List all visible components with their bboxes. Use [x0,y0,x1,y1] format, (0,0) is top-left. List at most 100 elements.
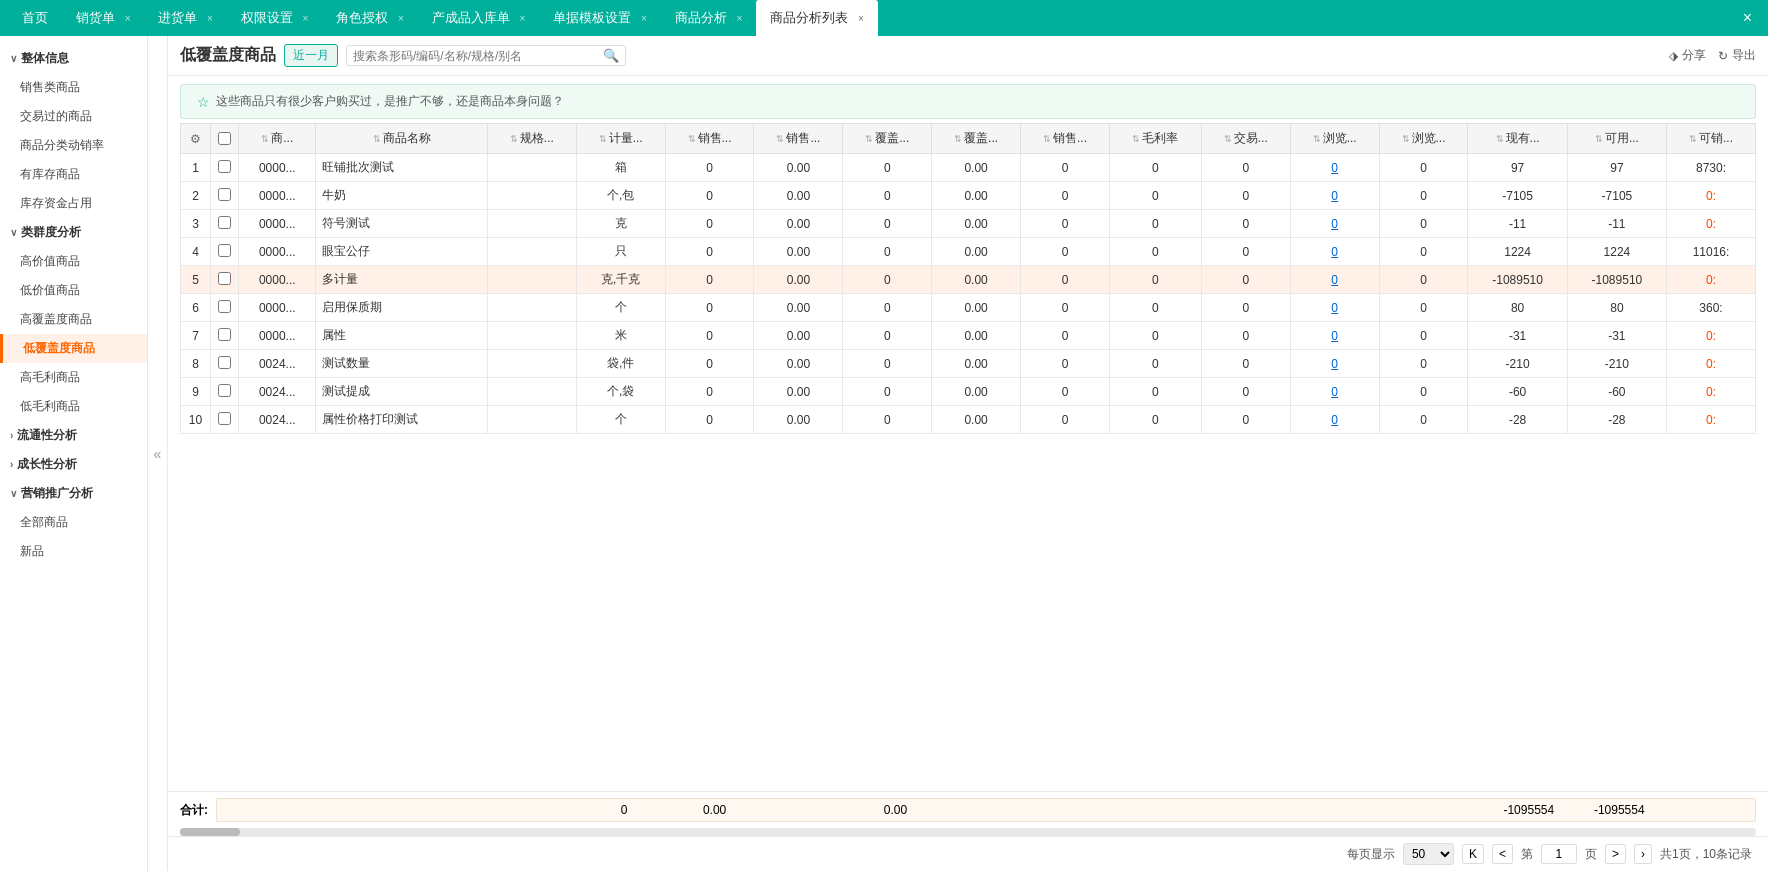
col-name[interactable]: ⇅商品名称 [316,124,487,154]
sidebar-item-high-coverage[interactable]: 高覆盖度商品 [0,305,147,334]
close-analysis-list[interactable]: × [858,13,864,24]
row-sales-amount: 0.00 [754,238,843,266]
col-trade[interactable]: ⇅交易... [1201,124,1290,154]
row-checkbox[interactable] [218,300,231,313]
sidebar-section-marketing[interactable]: ∨ 营销推广分析 [0,479,147,508]
page-input[interactable] [1541,844,1577,864]
col-coverage2[interactable]: ⇅覆盖... [932,124,1021,154]
window-close-btn[interactable]: × [1735,9,1760,27]
row-checkbox[interactable] [218,244,231,257]
col-sales-count[interactable]: ⇅销售... [665,124,754,154]
sidebar-item-new-goods[interactable]: 新品 [0,537,147,566]
nav-item-purchase[interactable]: 进货单 × [144,0,226,36]
sidebar-section-growth[interactable]: › 成长性分析 [0,450,147,479]
nav-item-perms[interactable]: 权限设置 × [227,0,322,36]
nav-item-roles[interactable]: 角色授权 × [322,0,417,36]
close-perms[interactable]: × [303,13,309,24]
table-wrapper[interactable]: ⚙ ⇅商... ⇅商品名称 ⇅规格... ⇅计量... ⇅销售... ⇅销售..… [168,123,1768,791]
col-browse1[interactable]: ⇅浏览... [1290,124,1379,154]
close-purchase[interactable]: × [207,13,213,24]
col-current-stock[interactable]: ⇅现有... [1468,124,1567,154]
nav-item-analysis[interactable]: 商品分析 × [661,0,756,36]
sidebar-section-cluster[interactable]: ∨ 类群度分析 [0,218,147,247]
row-checkbox[interactable] [218,384,231,397]
row-checkbox[interactable] [218,272,231,285]
close-sales[interactable]: × [125,13,131,24]
close-roles[interactable]: × [398,13,404,24]
row-saleable: 11016: [1667,238,1756,266]
nav-item-template[interactable]: 单据模板设置 × [539,0,660,36]
nav-item-analysis-list[interactable]: 商品分析列表 × [756,0,877,36]
sidebar-item-low-value[interactable]: 低价值商品 [0,276,147,305]
sidebar-section-flow[interactable]: › 流通性分析 [0,421,147,450]
row-checkbox[interactable] [218,356,231,369]
row-browse1[interactable]: 0 [1290,238,1379,266]
row-browse1[interactable]: 0 [1290,378,1379,406]
col-unit[interactable]: ⇅计量... [576,124,665,154]
row-checkbox[interactable] [218,216,231,229]
export-btn[interactable]: ↻ 导出 [1718,47,1756,64]
close-product[interactable]: × [520,13,526,24]
select-all-checkbox[interactable] [218,132,231,145]
row-trade: 0 [1201,266,1290,294]
row-browse1[interactable]: 0 [1290,154,1379,182]
sidebar-item-high-margin[interactable]: 高毛利商品 [0,363,147,392]
sidebar-item-low-margin[interactable]: 低毛利商品 [0,392,147,421]
sidebar-item-stock-capital[interactable]: 库存资金占用 [0,189,147,218]
close-template[interactable]: × [641,13,647,24]
sidebar-item-all-goods[interactable]: 全部商品 [0,508,147,537]
row-browse1[interactable]: 0 [1290,182,1379,210]
col-checkbox[interactable] [211,124,239,154]
sidebar-item-traded-goods[interactable]: 交易过的商品 [0,102,147,131]
col-browse2[interactable]: ⇅浏览... [1379,124,1468,154]
first-page-btn[interactable]: K [1462,844,1484,864]
search-input[interactable] [353,49,603,63]
search-icon[interactable]: 🔍 [603,48,619,63]
col-code[interactable]: ⇅商... [239,124,316,154]
nav-item-product[interactable]: 产成品入库单 × [418,0,539,36]
row-checkbox[interactable] [218,412,231,425]
col-available[interactable]: ⇅可用... [1567,124,1666,154]
sidebar-item-stock-goods[interactable]: 有库存商品 [0,160,147,189]
row-sales3: 0 [1021,378,1110,406]
share-btn[interactable]: ⬗ 分享 [1669,47,1706,64]
row-code: 0024... [239,378,316,406]
date-filter-btn[interactable]: 近一月 [284,44,338,67]
row-browse1[interactable]: 0 [1290,350,1379,378]
col-sales-amount[interactable]: ⇅销售... [754,124,843,154]
row-checkbox[interactable] [218,328,231,341]
row-no: 6 [181,294,211,322]
row-browse1[interactable]: 0 [1290,210,1379,238]
row-browse1[interactable]: 0 [1290,266,1379,294]
settings-icon[interactable]: ⚙ [190,132,201,146]
sidebar-item-high-value[interactable]: 高价值商品 [0,247,147,276]
row-browse1[interactable]: 0 [1290,406,1379,434]
sidebar-item-low-coverage[interactable]: 低覆盖度商品 [0,334,147,363]
sidebar-item-category-rate[interactable]: 商品分类动销率 [0,131,147,160]
last-page-btn[interactable]: › [1634,844,1652,864]
col-sales3[interactable]: ⇅销售... [1021,124,1110,154]
sidebar-section-overall[interactable]: ∨ 整体信息 [0,44,147,73]
close-analysis[interactable]: × [736,13,742,24]
nav-item-home[interactable]: 首页 [8,0,62,36]
sidebar-item-sales-goods[interactable]: 销售类商品 [0,73,147,102]
sidebar-collapse-btn[interactable]: « [148,36,168,871]
col-settings[interactable]: ⚙ [181,124,211,154]
per-page-select[interactable]: 50 20 100 [1403,843,1454,865]
col-gross-margin[interactable]: ⇅毛利率 [1109,124,1201,154]
row-sales-count: 0 [665,238,754,266]
col-saleable[interactable]: ⇅可销... [1667,124,1756,154]
row-browse1[interactable]: 0 [1290,294,1379,322]
col-spec[interactable]: ⇅规格... [487,124,576,154]
row-browse1[interactable]: 0 [1290,322,1379,350]
row-unit: 克,千克 [576,266,665,294]
col-coverage1[interactable]: ⇅覆盖... [843,124,932,154]
row-checkbox[interactable] [218,160,231,173]
next-page-btn[interactable]: > [1605,844,1626,864]
page-label: 第 [1521,846,1533,863]
scroll-bar[interactable] [180,828,1756,836]
prev-page-btn[interactable]: < [1492,844,1513,864]
row-checkbox[interactable] [218,188,231,201]
nav-item-sales[interactable]: 销货单 × [62,0,144,36]
row-sales3: 0 [1021,350,1110,378]
